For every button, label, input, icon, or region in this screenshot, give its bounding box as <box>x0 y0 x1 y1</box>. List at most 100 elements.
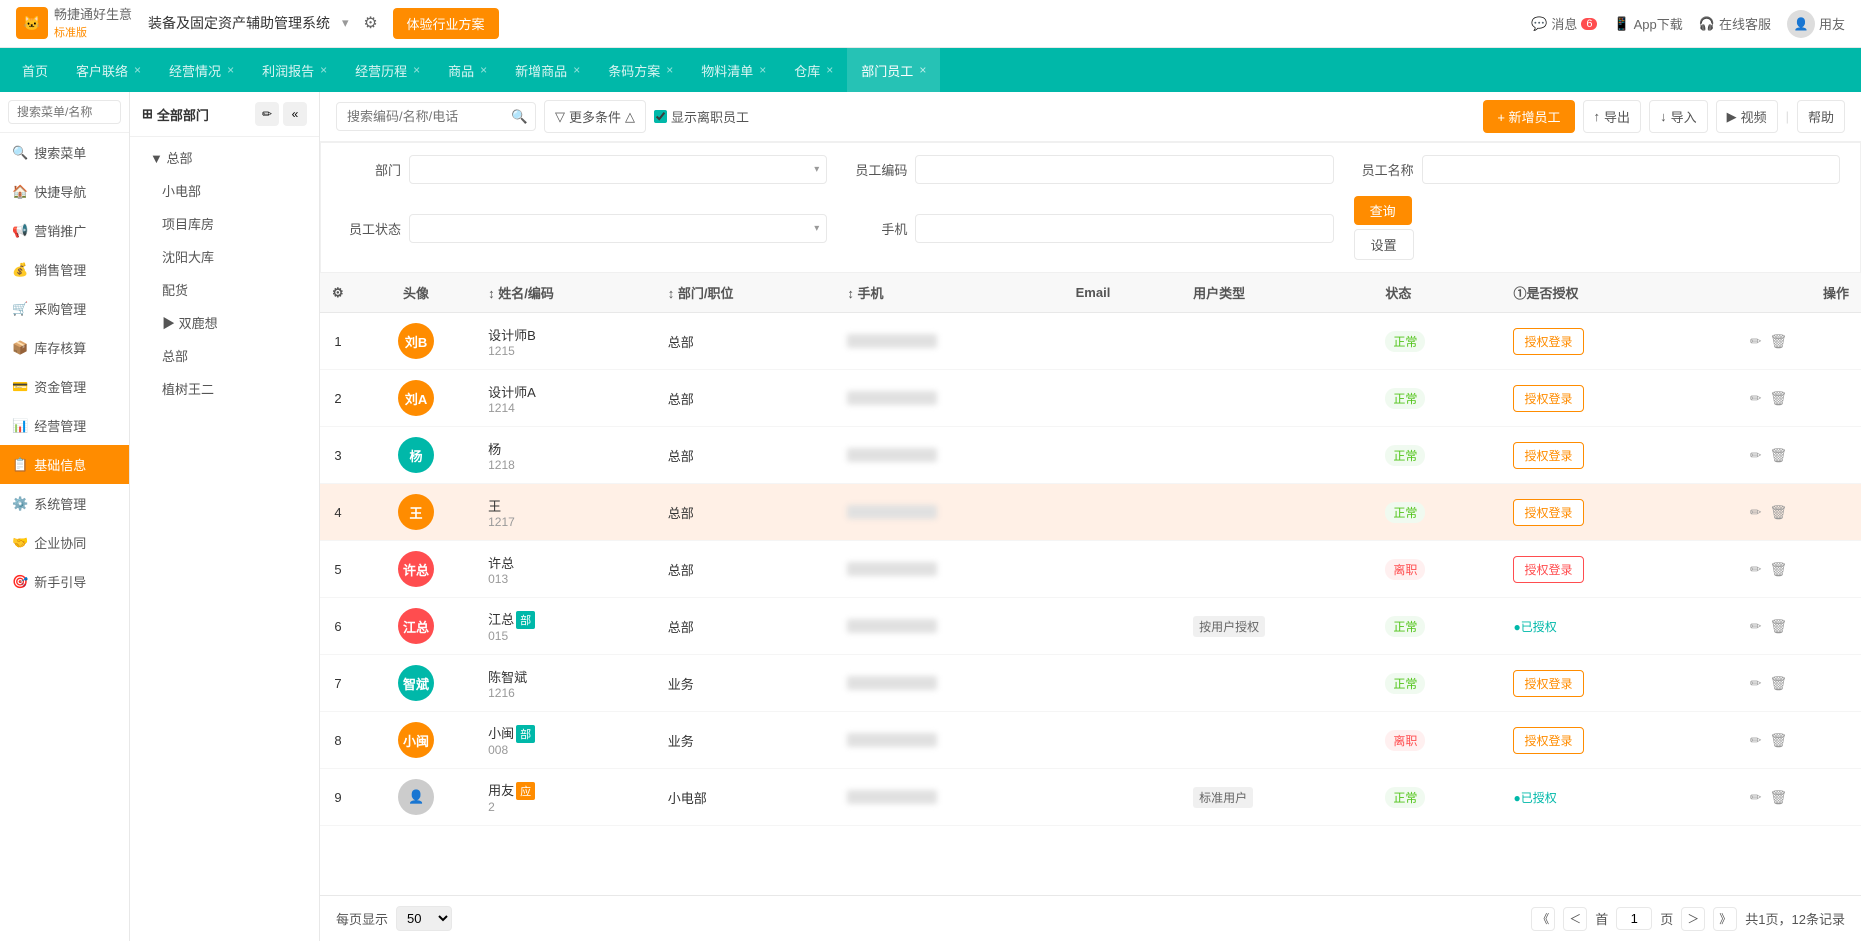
edit-icon[interactable]: ✏ <box>1750 390 1762 407</box>
edit-icon[interactable]: ✏ <box>1750 618 1762 635</box>
support-button[interactable]: 🎧 在线客服 <box>1699 14 1771 33</box>
sidebar-item-销售管理[interactable]: 💰销售管理 <box>0 250 129 289</box>
nav-tab-首页[interactable]: 首页 <box>8 48 62 92</box>
more-filter-button[interactable]: ▽ 更多条件 △ <box>544 100 646 133</box>
dept-item-植树王二[interactable]: 植树王二 <box>130 372 319 405</box>
sidebar-item-库存核算[interactable]: 📦库存核算 <box>0 328 129 367</box>
edit-icon[interactable]: ✏ <box>1750 732 1762 749</box>
delete-icon[interactable]: 🗑 <box>1769 675 1787 692</box>
page-size-select[interactable]: 50 100 <box>396 906 452 931</box>
delete-icon[interactable]: 🗑 <box>1769 732 1787 749</box>
auth-button[interactable]: 授权登录 <box>1513 670 1583 697</box>
close-tab-icon[interactable]: × <box>759 63 766 77</box>
edit-icon[interactable]: ✏ <box>1750 504 1762 521</box>
sidebar-item-系统管理[interactable]: ⚙️系统管理 <box>0 484 129 523</box>
close-tab-icon[interactable]: × <box>413 63 420 77</box>
dept-item-▼ 总部[interactable]: ▼ 总部 <box>130 141 319 174</box>
next-page-button[interactable]: ＞ <box>1681 907 1705 931</box>
nav-tab-条码方案[interactable]: 条码方案× <box>594 48 687 92</box>
delete-icon[interactable]: 🗑 <box>1769 561 1787 578</box>
system-title-arrow-icon[interactable]: ▾ <box>342 15 349 31</box>
nav-tab-商品[interactable]: 商品× <box>434 48 501 92</box>
dept-item-沈阳大库[interactable]: 沈阳大库 <box>130 240 319 273</box>
nav-tab-经营情况[interactable]: 经营情况× <box>155 48 248 92</box>
dept-item-▶ 双鹿想[interactable]: ▶ 双鹿想 <box>130 306 319 339</box>
search-button[interactable]: 🔍 <box>511 109 528 125</box>
nav-tab-新增商品[interactable]: 新增商品× <box>501 48 594 92</box>
delete-icon[interactable]: 🗑 <box>1769 333 1787 350</box>
query-button[interactable]: 查询 <box>1354 196 1412 225</box>
search-input[interactable] <box>336 102 536 131</box>
close-tab-icon[interactable]: × <box>573 63 580 77</box>
delete-icon[interactable]: 🗑 <box>1769 447 1787 464</box>
sidebar-item-基础信息[interactable]: 📋基础信息 <box>0 445 129 484</box>
auth-button[interactable]: 授权登录 <box>1513 328 1583 355</box>
help-button[interactable]: 帮助 <box>1797 100 1845 133</box>
app-download-button[interactable]: 📱 App下载 <box>1613 14 1682 33</box>
dept-item-配货[interactable]: 配货 <box>130 273 319 306</box>
nav-tab-仓库[interactable]: 仓库× <box>780 48 847 92</box>
edit-icon[interactable]: ✏ <box>1750 675 1762 692</box>
auth-button[interactable]: 授权登录 <box>1513 385 1583 412</box>
sidebar-item-搜索菜单[interactable]: 🔍搜索菜单 <box>0 133 129 172</box>
settings-button[interactable]: ⚙ <box>357 9 385 37</box>
filter-dept-select[interactable] <box>409 155 827 184</box>
import-button[interactable]: ↓ 导入 <box>1649 100 1708 133</box>
close-tab-icon[interactable]: × <box>480 63 487 77</box>
auth-button[interactable]: 授权登录 <box>1513 442 1583 469</box>
view-button[interactable]: ▶ 视频 <box>1716 100 1778 133</box>
collapse-panel-button[interactable]: « <box>283 102 307 126</box>
dept-item-项目库房[interactable]: 项目库房 <box>130 207 319 240</box>
close-tab-icon[interactable]: × <box>826 63 833 77</box>
filter-status-select[interactable] <box>409 214 827 243</box>
sidebar-item-经营管理[interactable]: 📊经营管理 <box>0 406 129 445</box>
message-button[interactable]: 💬 消息 6 <box>1531 14 1597 33</box>
edit-icon[interactable]: ✏ <box>1750 789 1762 806</box>
delete-icon[interactable]: 🗑 <box>1769 618 1787 635</box>
prev-page-button[interactable]: ＜ <box>1563 907 1587 931</box>
add-employee-button[interactable]: + 新增员工 <box>1483 100 1574 133</box>
dept-item-总部[interactable]: 总部 <box>130 339 319 372</box>
show-resigned-wrap[interactable]: 显示离职员工 <box>654 107 749 126</box>
nav-tab-部门员工[interactable]: 部门员工× <box>847 48 940 92</box>
sidebar-item-营销推广[interactable]: 📢营销推广 <box>0 211 129 250</box>
nav-tab-物料清单[interactable]: 物料清单× <box>687 48 780 92</box>
user-button[interactable]: 👤 用友 <box>1787 10 1845 38</box>
first-page-button[interactable]: 《 <box>1531 907 1555 931</box>
edit-icon[interactable]: ✏ <box>1750 447 1762 464</box>
edit-icon[interactable]: ✏ <box>1750 561 1762 578</box>
close-tab-icon[interactable]: × <box>666 63 673 77</box>
nav-tab-客户联络[interactable]: 客户联络× <box>62 48 155 92</box>
filter-empname-input[interactable] <box>1422 155 1840 184</box>
sidebar-item-企业协同[interactable]: 🤝企业协同 <box>0 523 129 562</box>
dept-item-小电部[interactable]: 小电部 <box>130 174 319 207</box>
last-page-button[interactable]: 》 <box>1713 907 1737 931</box>
nav-tab-利润报告[interactable]: 利润报告× <box>248 48 341 92</box>
nav-tab-经营历程[interactable]: 经营历程× <box>341 48 434 92</box>
sidebar-item-采购管理[interactable]: 🛒采购管理 <box>0 289 129 328</box>
page-input[interactable] <box>1616 907 1652 930</box>
filter-empcode-input[interactable] <box>915 155 1333 184</box>
auth-button[interactable]: 授权登录 <box>1513 499 1583 526</box>
edit-dept-button[interactable]: ✏ <box>255 102 279 126</box>
sidebar-search-input[interactable] <box>8 100 121 124</box>
delete-icon[interactable]: 🗑 <box>1769 504 1787 521</box>
close-tab-icon[interactable]: × <box>227 63 234 77</box>
close-tab-icon[interactable]: × <box>134 63 141 77</box>
edit-icon[interactable]: ✏ <box>1750 333 1762 350</box>
auth-button[interactable]: 授权登录 <box>1513 556 1583 583</box>
auth-button[interactable]: 授权登录 <box>1513 727 1583 754</box>
show-resigned-checkbox[interactable] <box>654 110 667 123</box>
sidebar-item-资金管理[interactable]: 💳资金管理 <box>0 367 129 406</box>
sidebar-item-快捷导航[interactable]: 🏠快捷导航 <box>0 172 129 211</box>
export-button[interactable]: ↑ 导出 <box>1583 100 1642 133</box>
sidebar-item-新手引导[interactable]: 🎯新手引导 <box>0 562 129 601</box>
close-tab-icon[interactable]: × <box>919 63 926 77</box>
filter-phone-input[interactable] <box>915 214 1333 243</box>
close-tab-icon[interactable]: × <box>320 63 327 77</box>
table-row: 9 👤 用友应 2 小电部 标准用户 正常 ●已授权 ✏ 🗑 <box>320 769 1861 826</box>
delete-icon[interactable]: 🗑 <box>1769 390 1787 407</box>
delete-icon[interactable]: 🗑 <box>1769 789 1787 806</box>
trial-button[interactable]: 体验行业方案 <box>393 8 499 39</box>
filter-setting-button[interactable]: 设置 <box>1354 229 1414 260</box>
